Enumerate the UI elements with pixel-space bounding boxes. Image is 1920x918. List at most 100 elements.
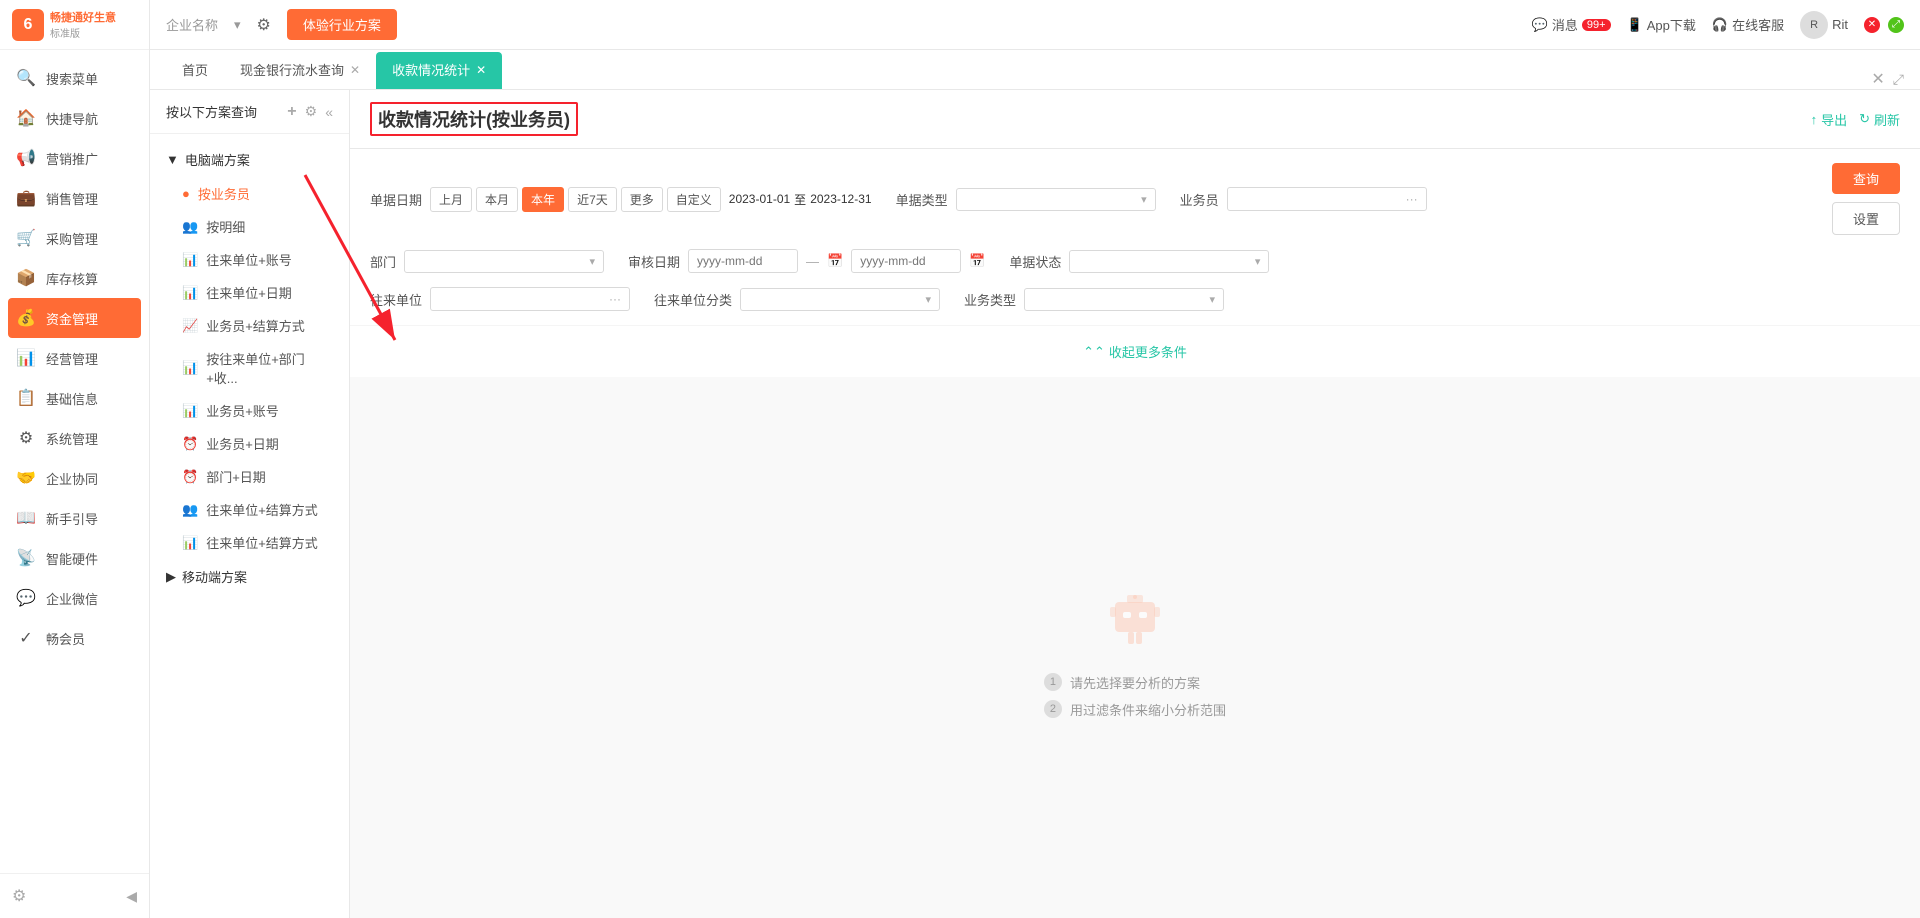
doc-type-select[interactable]: ▾	[956, 188, 1156, 211]
scheme-item-by-detail[interactable]: 👥 按明细	[150, 210, 349, 243]
sidebar-item-sales[interactable]: 💼 销售管理	[0, 178, 149, 218]
sidebar-item-business[interactable]: 📊 经营管理	[0, 338, 149, 378]
expand-window-btn[interactable]: ⤢	[1888, 17, 1904, 33]
review-date-to[interactable]	[851, 249, 961, 273]
sidebar-footer: ⚙ ◀	[0, 873, 149, 918]
sidebar-item-quick-nav[interactable]: 🏠 快捷导航	[0, 98, 149, 138]
user-avatar: R	[1800, 11, 1828, 39]
doc-status-select[interactable]: ▾	[1069, 250, 1269, 273]
sidebar-collapse-icon[interactable]: ◀	[126, 888, 137, 905]
main-area: 企业名称 ▾ ⚙ 体验行业方案 💬 消息 99+ 📱 App下载 🎧 在线客服 …	[150, 0, 1920, 918]
scheme-item-counterpart-settlement1[interactable]: 👥 往来单位+结算方式	[150, 493, 349, 526]
export-btn[interactable]: ↑ 导出	[1811, 110, 1848, 129]
date-separator: —	[806, 254, 819, 269]
calendar-icon-left[interactable]: 📅	[827, 253, 843, 269]
doc-status-filter-item: 单据状态 ▾	[1009, 250, 1269, 273]
desktop-group[interactable]: ▼ 电脑端方案	[150, 142, 349, 177]
salesperson-select[interactable]: ···	[1227, 187, 1427, 211]
review-date-from[interactable]	[688, 249, 798, 273]
date-btn-last-month[interactable]: 上月	[430, 187, 472, 212]
empty-tip-2: 2 用过滤条件来缩小分析范围	[1044, 700, 1226, 719]
date-from: 2023-01-01	[729, 192, 790, 206]
close-all-tabs-btn[interactable]: ✕	[1871, 69, 1884, 89]
calendar-icon-right[interactable]: 📅	[969, 253, 985, 269]
sidebar-item-finance[interactable]: 💰 资金管理	[8, 298, 141, 338]
right-panel: 收款情况统计(按业务员) ↑ 导出 ↻ 刷新	[350, 90, 1920, 918]
scheme-item-counterpart-account[interactable]: 📊 往来单位+账号	[150, 243, 349, 276]
online-service-action[interactable]: 🎧 在线客服	[1712, 15, 1784, 34]
sidebar-item-search-menu[interactable]: 🔍 搜索菜单	[0, 58, 149, 98]
app-download-action[interactable]: 📱 App下载	[1627, 15, 1696, 34]
scheme-active-icon: ●	[182, 186, 190, 201]
date-btn-custom[interactable]: 自定义	[667, 187, 721, 212]
dept-select[interactable]: ▾	[404, 250, 604, 273]
service-icon: 🎧	[1712, 17, 1728, 33]
close-window-btn[interactable]: ✕	[1864, 17, 1880, 33]
scheme-item-by-salesperson[interactable]: ● 按业务员	[150, 177, 349, 210]
sidebar-item-smart-hardware[interactable]: 📡 智能硬件	[0, 538, 149, 578]
date-btn-this-month[interactable]: 本月	[476, 187, 518, 212]
scheme-item-counterpart-settlement2[interactable]: 📊 往来单位+结算方式	[150, 526, 349, 559]
system-icon: ⚙	[16, 428, 36, 448]
scheme-item-salesperson-date[interactable]: ⏰ 业务员+日期	[150, 427, 349, 460]
query-buttons: 查询 设置	[1832, 163, 1900, 235]
tab-bank-flow[interactable]: 现金银行流水查询 ✕	[224, 52, 376, 89]
sidebar-item-purchase[interactable]: 🛒 采购管理	[0, 218, 149, 258]
salesperson-label: 业务员	[1180, 190, 1219, 209]
sidebar-item-marketing[interactable]: 📢 营销推广	[0, 138, 149, 178]
purchase-icon: 🛒	[16, 228, 36, 248]
maximize-btn[interactable]: ⤢	[1893, 71, 1904, 88]
business-type-select[interactable]: ▾	[1024, 288, 1224, 311]
logo-icon: 6	[12, 9, 44, 41]
sidebar-item-basic-info[interactable]: 📋 基础信息	[0, 378, 149, 418]
sidebar-item-system[interactable]: ⚙ 系统管理	[0, 418, 149, 458]
sidebar-item-guide[interactable]: 📖 新手引导	[0, 498, 149, 538]
message-action[interactable]: 💬 消息 99+	[1532, 15, 1611, 34]
sidebar-nav: 🔍 搜索菜单 🏠 快捷导航 📢 营销推广 💼 销售管理 🛒 采购管理 📦 库存核…	[0, 50, 149, 873]
sidebar-settings-icon[interactable]: ⚙	[12, 886, 26, 906]
scheme-item-dept-date[interactable]: ⏰ 部门+日期	[150, 460, 349, 493]
close-receipt-stats-tab[interactable]: ✕	[476, 63, 486, 77]
mobile-group[interactable]: ▶ 移动端方案	[150, 559, 349, 594]
collapse-filter-btn[interactable]: ⌃⌃ 收起更多条件	[1075, 334, 1195, 369]
marketing-icon: 📢	[16, 148, 36, 168]
sidebar-item-inventory[interactable]: 📦 库存核算	[0, 258, 149, 298]
date-btn-7days[interactable]: 近7天	[568, 187, 617, 212]
sales-icon: 💼	[16, 188, 36, 208]
trial-btn[interactable]: 体验行业方案	[287, 9, 397, 40]
scheme-item-counterpart-dept[interactable]: 📊 按往来单位+部门+收...	[150, 342, 349, 394]
user-avatar-action[interactable]: R Rit	[1800, 11, 1848, 39]
counterpart-type-select[interactable]: ▾	[740, 288, 940, 311]
filter-settings-btn[interactable]: 设置	[1832, 202, 1900, 235]
counterpart-select[interactable]: ···	[430, 287, 630, 311]
refresh-icon: ↻	[1859, 111, 1870, 127]
refresh-btn[interactable]: ↻ 刷新	[1859, 110, 1900, 129]
scheme-item-salesperson-settlement[interactable]: 📈 业务员+结算方式	[150, 309, 349, 342]
counterpart-settlement2-icon: 📊	[182, 535, 198, 551]
date-quick-buttons: 上月 本月 本年 近7天 更多 自定义	[430, 187, 721, 212]
tab-receipt-stats[interactable]: 收款情况统计 ✕	[376, 52, 502, 89]
scheme-settings-btn[interactable]: ⚙	[305, 103, 318, 120]
sidebar-item-wechat[interactable]: 💬 企业微信	[0, 578, 149, 618]
close-bank-flow-tab[interactable]: ✕	[350, 63, 360, 77]
date-to: 2023-12-31	[810, 192, 871, 206]
inventory-icon: 📦	[16, 268, 36, 288]
sidebar-item-member[interactable]: ✓ 畅会员	[0, 618, 149, 658]
counterpart-settlement1-icon: 👥	[182, 502, 198, 518]
sidebar-item-enterprise[interactable]: 🤝 企业协同	[0, 458, 149, 498]
quick-nav-icon: 🏠	[16, 108, 36, 128]
group-expand-icon: ▼	[166, 152, 179, 167]
counterpart-account-icon: 📊	[182, 252, 198, 268]
date-btn-more[interactable]: 更多	[621, 187, 663, 212]
scheme-item-salesperson-account[interactable]: 📊 业务员+账号	[150, 394, 349, 427]
topbar-settings-icon[interactable]: ⚙	[257, 15, 271, 35]
date-btn-this-year[interactable]: 本年	[522, 187, 564, 212]
scheme-item-counterpart-date[interactable]: 📊 往来单位+日期	[150, 276, 349, 309]
collapse-panel-btn[interactable]: «	[325, 104, 333, 120]
query-btn[interactable]: 查询	[1832, 163, 1900, 194]
mobile-group-expand-icon: ▶	[166, 569, 176, 585]
dropdown-icon[interactable]: ▾	[234, 17, 241, 33]
add-scheme-btn[interactable]: +	[287, 103, 296, 121]
filter-body: 单据日期 上月 本月 本年 近7天 更多 自定义 2023-01-01	[350, 149, 1920, 311]
tab-home[interactable]: 首页	[166, 52, 224, 89]
